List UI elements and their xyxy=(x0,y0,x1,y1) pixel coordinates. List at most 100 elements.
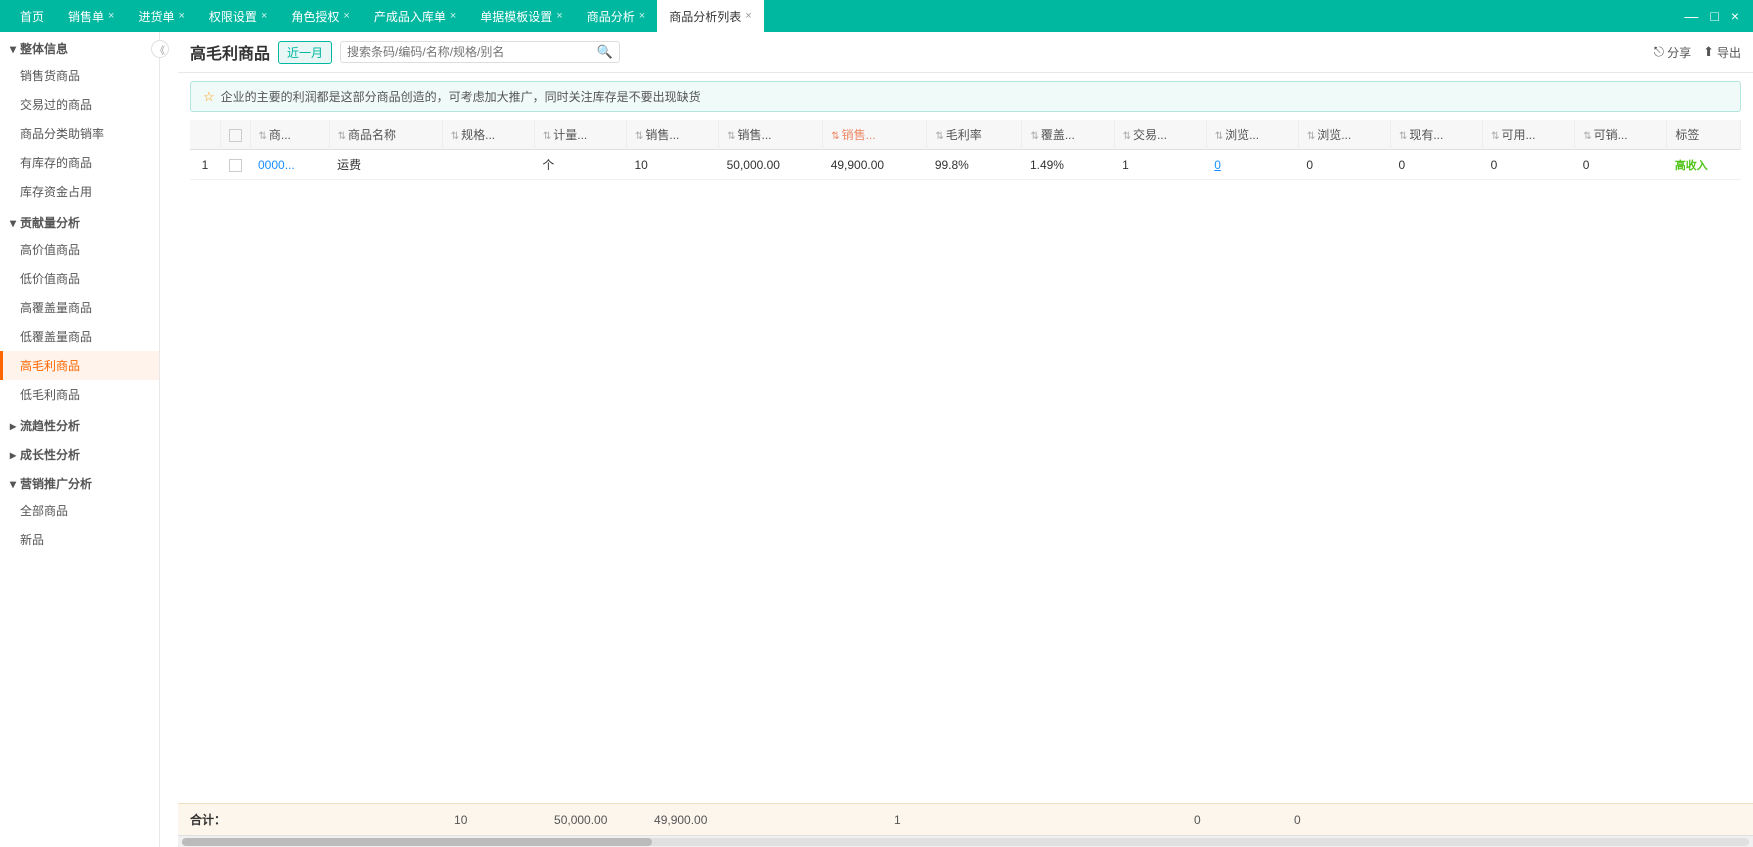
chevron-down-icon2: ▾ xyxy=(10,216,16,230)
col-num xyxy=(190,120,220,150)
sidebar-item-high-coverage[interactable]: 高覆盖量商品 xyxy=(0,293,159,322)
cell-browse1[interactable]: 0 xyxy=(1206,150,1298,180)
window-close-button[interactable]: × xyxy=(1725,8,1745,24)
export-button[interactable]: ⬆ 导出 xyxy=(1703,44,1741,61)
cell-spec xyxy=(442,150,534,180)
table-container: ⇅商... ⇅商品名称 ⇅规格... ⇅计量... ⇅销售... ⇅销售... … xyxy=(178,120,1753,462)
sidebar-item-low-value[interactable]: 低价值商品 xyxy=(0,264,159,293)
footer-current: 0 xyxy=(1186,813,1266,827)
cell-available: 0 xyxy=(1483,150,1575,180)
content-area: 高毛利商品 近一月 🔍 ⎋ 分享 ⬆ 导出 ☆ 企业的主要的利润都是这部分商品创… xyxy=(178,32,1753,847)
nav-item-product-analysis[interactable]: 商品分析 × xyxy=(575,0,657,32)
table-row: 1 0000... 运费 个 10 50,000.00 49,900.00 99… xyxy=(190,150,1741,180)
page-title: 高毛利商品 xyxy=(190,40,270,64)
info-banner: ☆ 企业的主要的利润都是这部分商品创造的，可考虑加大推广，同时关注库存是不要出现… xyxy=(190,81,1741,112)
sidebar-item-traded-goods[interactable]: 交易过的商品 xyxy=(0,90,159,119)
col-transaction[interactable]: ⇅交易... xyxy=(1114,120,1206,150)
search-icon[interactable]: 🔍 xyxy=(597,44,613,60)
col-coverage[interactable]: ⇅覆盖... xyxy=(1022,120,1114,150)
footer-label: 合计： xyxy=(190,811,226,828)
col-code[interactable]: ⇅商... xyxy=(250,120,329,150)
cell-code[interactable]: 0000... xyxy=(250,150,329,180)
product-table: ⇅商... ⇅商品名称 ⇅规格... ⇅计量... ⇅销售... ⇅销售... … xyxy=(190,120,1741,180)
sidebar-item-all-goods[interactable]: 全部商品 xyxy=(0,496,159,525)
export-icon: ⬆ xyxy=(1703,44,1714,60)
cell-transaction: 1 xyxy=(1114,150,1206,180)
col-check[interactable] xyxy=(220,120,250,150)
cell-num: 1 xyxy=(190,150,220,180)
horizontal-scrollbar[interactable] xyxy=(178,835,1753,847)
nav-close-product-analysis[interactable]: × xyxy=(639,10,645,22)
col-name[interactable]: ⇅商品名称 xyxy=(329,120,442,150)
nav-item-product-analysis-list[interactable]: 商品分析列表 × xyxy=(657,0,763,32)
sidebar-item-low-gross[interactable]: 低毛利商品 xyxy=(0,380,159,409)
sidebar-section-contribution[interactable]: ▾ 贡献量分析 xyxy=(0,206,159,235)
nav-close-purchase[interactable]: × xyxy=(178,10,184,22)
col-gross-rate[interactable]: ⇅毛利率 xyxy=(927,120,1022,150)
footer-sales-cost: 49,900.00 xyxy=(646,813,726,827)
nav-item-home[interactable]: 首页 xyxy=(8,0,56,32)
cell-gross-rate: 99.8% xyxy=(927,150,1022,180)
col-unit[interactable]: ⇅计量... xyxy=(534,120,626,150)
search-input[interactable] xyxy=(347,45,597,59)
sidebar-section-general[interactable]: ▾ 整体信息 xyxy=(0,32,159,61)
cell-sellable: 0 xyxy=(1575,150,1667,180)
col-sales-amt[interactable]: ⇅销售... xyxy=(719,120,823,150)
nav-close-product-inbound[interactable]: × xyxy=(450,10,456,22)
sidebar-section-trend[interactable]: ▸ 流趋性分析 xyxy=(0,409,159,438)
nav-item-product-inbound[interactable]: 产成品入库单 × xyxy=(362,0,468,32)
nav-item-template-settings[interactable]: 单据模板设置 × xyxy=(468,0,574,32)
col-sales-cost[interactable]: ⇅销售... xyxy=(823,120,927,150)
col-sellable[interactable]: ⇅可销... xyxy=(1575,120,1667,150)
sidebar-item-new-goods[interactable]: 新品 xyxy=(0,525,159,554)
col-browse2[interactable]: ⇅浏览... xyxy=(1298,120,1390,150)
sidebar-item-low-coverage[interactable]: 低覆盖量商品 xyxy=(0,322,159,351)
chevron-down-icon: ▾ xyxy=(10,42,16,56)
sidebar-section-marketing[interactable]: ▾ 营销推广分析 xyxy=(0,467,159,496)
nav-item-permissions[interactable]: 权限设置 × xyxy=(197,0,279,32)
footer-sales-qty: 10 xyxy=(446,813,526,827)
cell-sales-amt: 50,000.00 xyxy=(719,150,823,180)
col-browse1[interactable]: ⇅浏览... xyxy=(1206,120,1298,150)
content-header: 高毛利商品 近一月 🔍 ⎋ 分享 ⬆ 导出 xyxy=(178,32,1753,73)
nav-close-template-settings[interactable]: × xyxy=(556,10,562,22)
cell-current: 0 xyxy=(1390,150,1482,180)
nav-item-roles[interactable]: 角色授权 × xyxy=(279,0,361,32)
sidebar-collapse-button[interactable]: 《 xyxy=(151,40,169,58)
window-maximize-button[interactable]: □ xyxy=(1704,8,1724,24)
sidebar: ▾ 整体信息 销售货商品 交易过的商品 商品分类助销率 有库存的商品 库存资金占… xyxy=(0,32,160,847)
footer-available: 0 xyxy=(1286,813,1366,827)
sidebar-item-high-gross[interactable]: 高毛利商品 xyxy=(0,351,159,380)
cell-name: 运费 xyxy=(329,150,442,180)
cell-coverage: 1.49% xyxy=(1022,150,1114,180)
sidebar-item-sales-goods[interactable]: 销售货商品 xyxy=(0,61,159,90)
footer-totals: 合计： 10 50,000.00 49,900.00 1 0 0 xyxy=(178,803,1753,835)
footer-sales-amt: 50,000.00 xyxy=(546,813,626,827)
sidebar-item-high-value[interactable]: 高价值商品 xyxy=(0,235,159,264)
filter-recent-month-button[interactable]: 近一月 xyxy=(278,41,332,64)
sidebar-item-category-sales-rate[interactable]: 商品分类助销率 xyxy=(0,119,159,148)
nav-close-permissions[interactable]: × xyxy=(261,10,267,22)
nav-item-purchase[interactable]: 进货单 × xyxy=(126,0,196,32)
nav-close-sales[interactable]: × xyxy=(108,10,114,22)
info-icon: ☆ xyxy=(203,89,215,105)
sidebar-item-inventory-capital[interactable]: 库存资金占用 xyxy=(0,177,159,206)
nav-close-product-analysis-list[interactable]: × xyxy=(745,10,751,22)
sidebar-section-growth[interactable]: ▸ 成长性分析 xyxy=(0,438,159,467)
footer-transaction: 1 xyxy=(886,813,966,827)
share-button[interactable]: ⎋ 分享 xyxy=(1654,44,1691,61)
col-spec[interactable]: ⇅规格... xyxy=(442,120,534,150)
nav-close-roles[interactable]: × xyxy=(343,10,349,22)
col-available[interactable]: ⇅可用... xyxy=(1483,120,1575,150)
nav-item-sales[interactable]: 销售单 × xyxy=(56,0,126,32)
top-navigation: 首页 销售单 × 进货单 × 权限设置 × 角色授权 × 产成品入库单 × 单据… xyxy=(0,0,1753,32)
sidebar-item-in-stock-goods[interactable]: 有库存的商品 xyxy=(0,148,159,177)
cell-tag: 高收入 xyxy=(1667,150,1741,180)
chevron-right-icon2: ▸ xyxy=(10,448,16,462)
col-sales-qty[interactable]: ⇅销售... xyxy=(626,120,718,150)
window-minimize-button[interactable]: — xyxy=(1678,8,1704,24)
col-current[interactable]: ⇅现有... xyxy=(1390,120,1482,150)
cell-check[interactable] xyxy=(220,150,250,180)
scroll-thumb[interactable] xyxy=(182,838,652,846)
scroll-track[interactable] xyxy=(182,838,1749,846)
